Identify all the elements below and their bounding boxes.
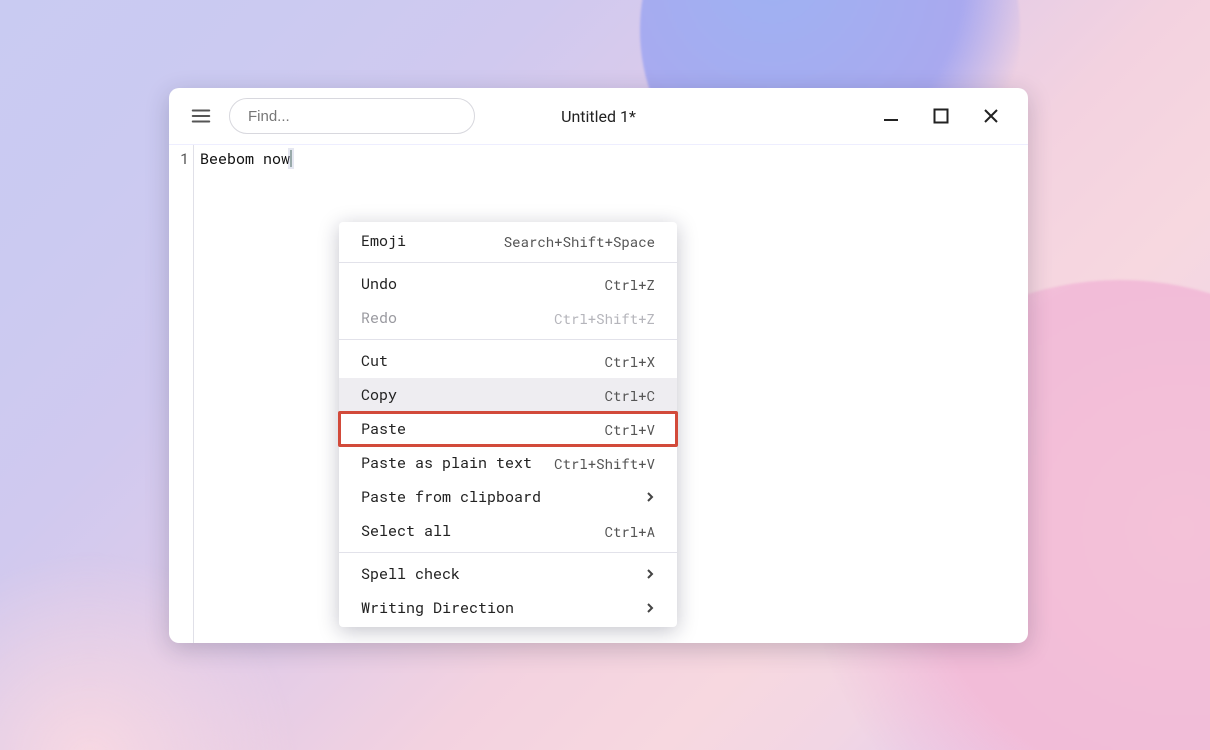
menu-item-copy[interactable]: Copy Ctrl+C bbox=[339, 378, 677, 412]
menu-item-label: Writing Direction bbox=[361, 598, 514, 618]
menu-item-spell-check[interactable]: Spell check bbox=[339, 557, 677, 591]
menu-item-shortcut: Ctrl+C bbox=[605, 386, 655, 405]
menu-item-label: Paste as plain text bbox=[361, 453, 532, 473]
chevron-right-icon bbox=[645, 598, 655, 618]
app-window: Untitled 1* 1 Beebom now Emoji Search+Shi… bbox=[169, 88, 1028, 643]
text-cursor bbox=[290, 150, 292, 167]
minimize-button[interactable] bbox=[880, 105, 902, 127]
menu-item-label: Undo bbox=[361, 274, 397, 294]
menu-item-shortcut: Ctrl+X bbox=[605, 352, 655, 371]
menu-item-label: Select all bbox=[361, 521, 451, 541]
menu-separator bbox=[339, 262, 677, 263]
menu-item-select-all[interactable]: Select all Ctrl+A bbox=[339, 514, 677, 548]
menu-item-shortcut: Ctrl+A bbox=[605, 522, 655, 541]
editor-area[interactable]: 1 Beebom now Emoji Search+Shift+Space Undo… bbox=[169, 144, 1028, 643]
editor-text: Beebom now bbox=[200, 149, 290, 169]
chevron-right-icon bbox=[645, 487, 655, 507]
menu-item-paste-as-plain-text[interactable]: Paste as plain text Ctrl+Shift+V bbox=[339, 446, 677, 480]
menu-icon[interactable] bbox=[179, 94, 223, 138]
menu-item-shortcut: Ctrl+Z bbox=[605, 275, 655, 294]
titlebar: Untitled 1* bbox=[169, 88, 1028, 144]
menu-item-shortcut: Ctrl+Shift+V bbox=[554, 454, 655, 473]
window-controls bbox=[880, 105, 1014, 127]
maximize-button[interactable] bbox=[930, 105, 952, 127]
menu-item-redo: Redo Ctrl+Shift+Z bbox=[339, 301, 677, 335]
menu-item-label: Paste from clipboard bbox=[361, 487, 541, 507]
window-title-text: Untitled 1* bbox=[561, 107, 636, 126]
menu-item-label: Spell check bbox=[361, 564, 460, 584]
menu-item-label: Paste bbox=[361, 419, 406, 439]
menu-item-label: Redo bbox=[361, 308, 397, 328]
menu-item-paste-from-clipboard[interactable]: Paste from clipboard bbox=[339, 480, 677, 514]
line-number: 1 bbox=[169, 149, 189, 169]
find-input[interactable] bbox=[229, 98, 475, 134]
line-gutter: 1 bbox=[169, 145, 193, 643]
menu-item-shortcut: Ctrl+Shift+Z bbox=[554, 309, 655, 328]
menu-item-label: Copy bbox=[361, 385, 397, 405]
menu-item-shortcut: Search+Shift+Space bbox=[504, 232, 655, 251]
menu-item-emoji[interactable]: Emoji Search+Shift+Space bbox=[339, 224, 677, 258]
menu-item-paste[interactable]: Paste Ctrl+V bbox=[339, 412, 677, 446]
close-button[interactable] bbox=[980, 105, 1002, 127]
menu-item-writing-direction[interactable]: Writing Direction bbox=[339, 591, 677, 625]
menu-item-label: Emoji bbox=[361, 231, 406, 251]
menu-item-undo[interactable]: Undo Ctrl+Z bbox=[339, 267, 677, 301]
context-menu: Emoji Search+Shift+Space Undo Ctrl+Z Redo Ctr… bbox=[339, 222, 677, 627]
menu-separator bbox=[339, 552, 677, 553]
menu-separator bbox=[339, 339, 677, 340]
menu-item-label: Cut bbox=[361, 351, 388, 371]
menu-item-shortcut: Ctrl+V bbox=[605, 420, 655, 439]
text-content[interactable]: Beebom now Emoji Search+Shift+Space Undo Ct… bbox=[193, 145, 1028, 643]
menu-item-cut[interactable]: Cut Ctrl+X bbox=[339, 344, 677, 378]
chevron-right-icon bbox=[645, 564, 655, 584]
